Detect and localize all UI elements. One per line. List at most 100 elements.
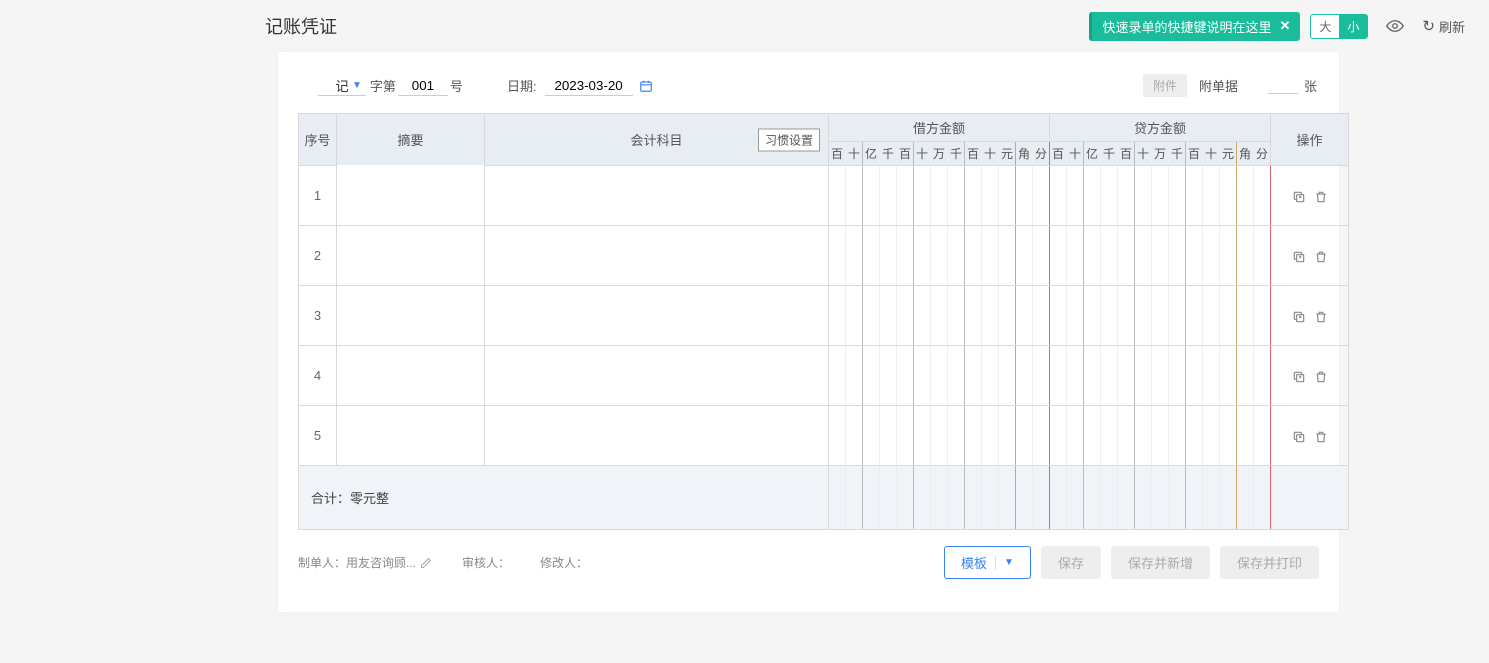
habit-settings-button[interactable]: 习惯设置 [758, 128, 820, 151]
amount-digit-cell[interactable] [863, 346, 880, 406]
amount-digit-cell[interactable] [880, 166, 897, 226]
amount-digit-cell[interactable] [948, 346, 965, 406]
amount-digit-cell[interactable] [1050, 226, 1067, 286]
amount-digit-cell[interactable] [1084, 286, 1101, 346]
amount-digit-cell[interactable] [1050, 346, 1067, 406]
amount-digit-cell[interactable] [1186, 226, 1203, 286]
amount-digit-cell[interactable] [846, 166, 863, 226]
account-cell[interactable] [485, 286, 829, 346]
amount-digit-cell[interactable] [914, 346, 931, 406]
amount-digit-cell[interactable] [965, 406, 982, 466]
amount-digit-cell[interactable] [1033, 226, 1050, 286]
amount-digit-cell[interactable] [1203, 286, 1220, 346]
amount-digit-cell[interactable] [1101, 166, 1118, 226]
amount-digit-cell[interactable] [999, 166, 1016, 226]
amount-digit-cell[interactable] [1016, 406, 1033, 466]
copy-row-icon[interactable] [1292, 247, 1306, 263]
amount-digit-cell[interactable] [1067, 406, 1084, 466]
amount-digit-cell[interactable] [1220, 166, 1237, 226]
amount-digit-cell[interactable] [1067, 346, 1084, 406]
amount-digit-cell[interactable] [1203, 166, 1220, 226]
sheet-count-input[interactable] [1268, 78, 1298, 94]
amount-digit-cell[interactable] [1084, 406, 1101, 466]
amount-digit-cell[interactable] [1237, 166, 1254, 226]
summary-cell[interactable] [337, 346, 485, 406]
amount-digit-cell[interactable] [1220, 286, 1237, 346]
amount-digit-cell[interactable] [1220, 406, 1237, 466]
amount-digit-cell[interactable] [1067, 166, 1084, 226]
amount-digit-cell[interactable] [914, 406, 931, 466]
summary-cell[interactable] [337, 406, 485, 466]
amount-digit-cell[interactable] [1118, 346, 1135, 406]
amount-digit-cell[interactable] [846, 406, 863, 466]
amount-digit-cell[interactable] [931, 166, 948, 226]
amount-digit-cell[interactable] [982, 286, 999, 346]
amount-digit-cell[interactable] [999, 286, 1016, 346]
amount-digit-cell[interactable] [1220, 226, 1237, 286]
delete-row-icon[interactable] [1314, 427, 1328, 443]
chevron-down-icon[interactable]: ▼ [352, 80, 362, 91]
amount-digit-cell[interactable] [948, 286, 965, 346]
amount-digit-cell[interactable] [999, 346, 1016, 406]
amount-digit-cell[interactable] [982, 346, 999, 406]
tip-close-icon[interactable]: ✕ [1279, 18, 1290, 34]
amount-digit-cell[interactable] [897, 286, 914, 346]
amount-digit-cell[interactable] [965, 226, 982, 286]
summary-cell[interactable] [337, 286, 485, 346]
account-cell[interactable] [485, 346, 829, 406]
edit-maker-icon[interactable] [420, 556, 432, 570]
amount-digit-cell[interactable] [965, 166, 982, 226]
amount-digit-cell[interactable] [1237, 346, 1254, 406]
preview-icon[interactable] [1386, 17, 1404, 35]
voucher-number-input[interactable] [398, 76, 448, 96]
amount-digit-cell[interactable] [1067, 226, 1084, 286]
summary-cell[interactable] [337, 166, 485, 226]
template-button[interactable]: 模板▼ [944, 546, 1031, 579]
amount-digit-cell[interactable] [846, 226, 863, 286]
amount-digit-cell[interactable] [1050, 406, 1067, 466]
amount-digit-cell[interactable] [863, 406, 880, 466]
amount-digit-cell[interactable] [1152, 346, 1169, 406]
delete-row-icon[interactable] [1314, 367, 1328, 383]
date-input[interactable] [545, 76, 633, 96]
amount-digit-cell[interactable] [1118, 406, 1135, 466]
amount-digit-cell[interactable] [880, 346, 897, 406]
amount-digit-cell[interactable] [931, 226, 948, 286]
amount-digit-cell[interactable] [1033, 346, 1050, 406]
amount-digit-cell[interactable] [897, 166, 914, 226]
amount-digit-cell[interactable] [1254, 166, 1271, 226]
save-button[interactable]: 保存 [1041, 546, 1101, 579]
amount-digit-cell[interactable] [1203, 226, 1220, 286]
amount-digit-cell[interactable] [1033, 166, 1050, 226]
delete-row-icon[interactable] [1314, 307, 1328, 323]
amount-digit-cell[interactable] [1135, 286, 1152, 346]
calendar-icon[interactable] [639, 78, 653, 94]
amount-digit-cell[interactable] [863, 286, 880, 346]
amount-digit-cell[interactable] [914, 226, 931, 286]
amount-digit-cell[interactable] [965, 346, 982, 406]
amount-digit-cell[interactable] [1254, 406, 1271, 466]
amount-digit-cell[interactable] [880, 406, 897, 466]
amount-digit-cell[interactable] [1169, 226, 1186, 286]
amount-digit-cell[interactable] [1016, 166, 1033, 226]
amount-digit-cell[interactable] [1203, 406, 1220, 466]
refresh-button[interactable]: ↻ 刷新 [1422, 17, 1465, 36]
amount-digit-cell[interactable] [1135, 166, 1152, 226]
amount-digit-cell[interactable] [914, 166, 931, 226]
amount-digit-cell[interactable] [897, 226, 914, 286]
amount-digit-cell[interactable] [982, 406, 999, 466]
amount-digit-cell[interactable] [1016, 346, 1033, 406]
amount-digit-cell[interactable] [1016, 286, 1033, 346]
amount-digit-cell[interactable] [1033, 406, 1050, 466]
amount-digit-cell[interactable] [1169, 346, 1186, 406]
amount-digit-cell[interactable] [1033, 286, 1050, 346]
amount-digit-cell[interactable] [1016, 226, 1033, 286]
amount-digit-cell[interactable] [1050, 286, 1067, 346]
amount-digit-cell[interactable] [1101, 406, 1118, 466]
size-small-button[interactable]: 小 [1339, 15, 1367, 38]
amount-digit-cell[interactable] [1169, 406, 1186, 466]
amount-digit-cell[interactable] [1186, 286, 1203, 346]
amount-digit-cell[interactable] [1050, 166, 1067, 226]
amount-digit-cell[interactable] [1237, 286, 1254, 346]
amount-digit-cell[interactable] [1101, 226, 1118, 286]
